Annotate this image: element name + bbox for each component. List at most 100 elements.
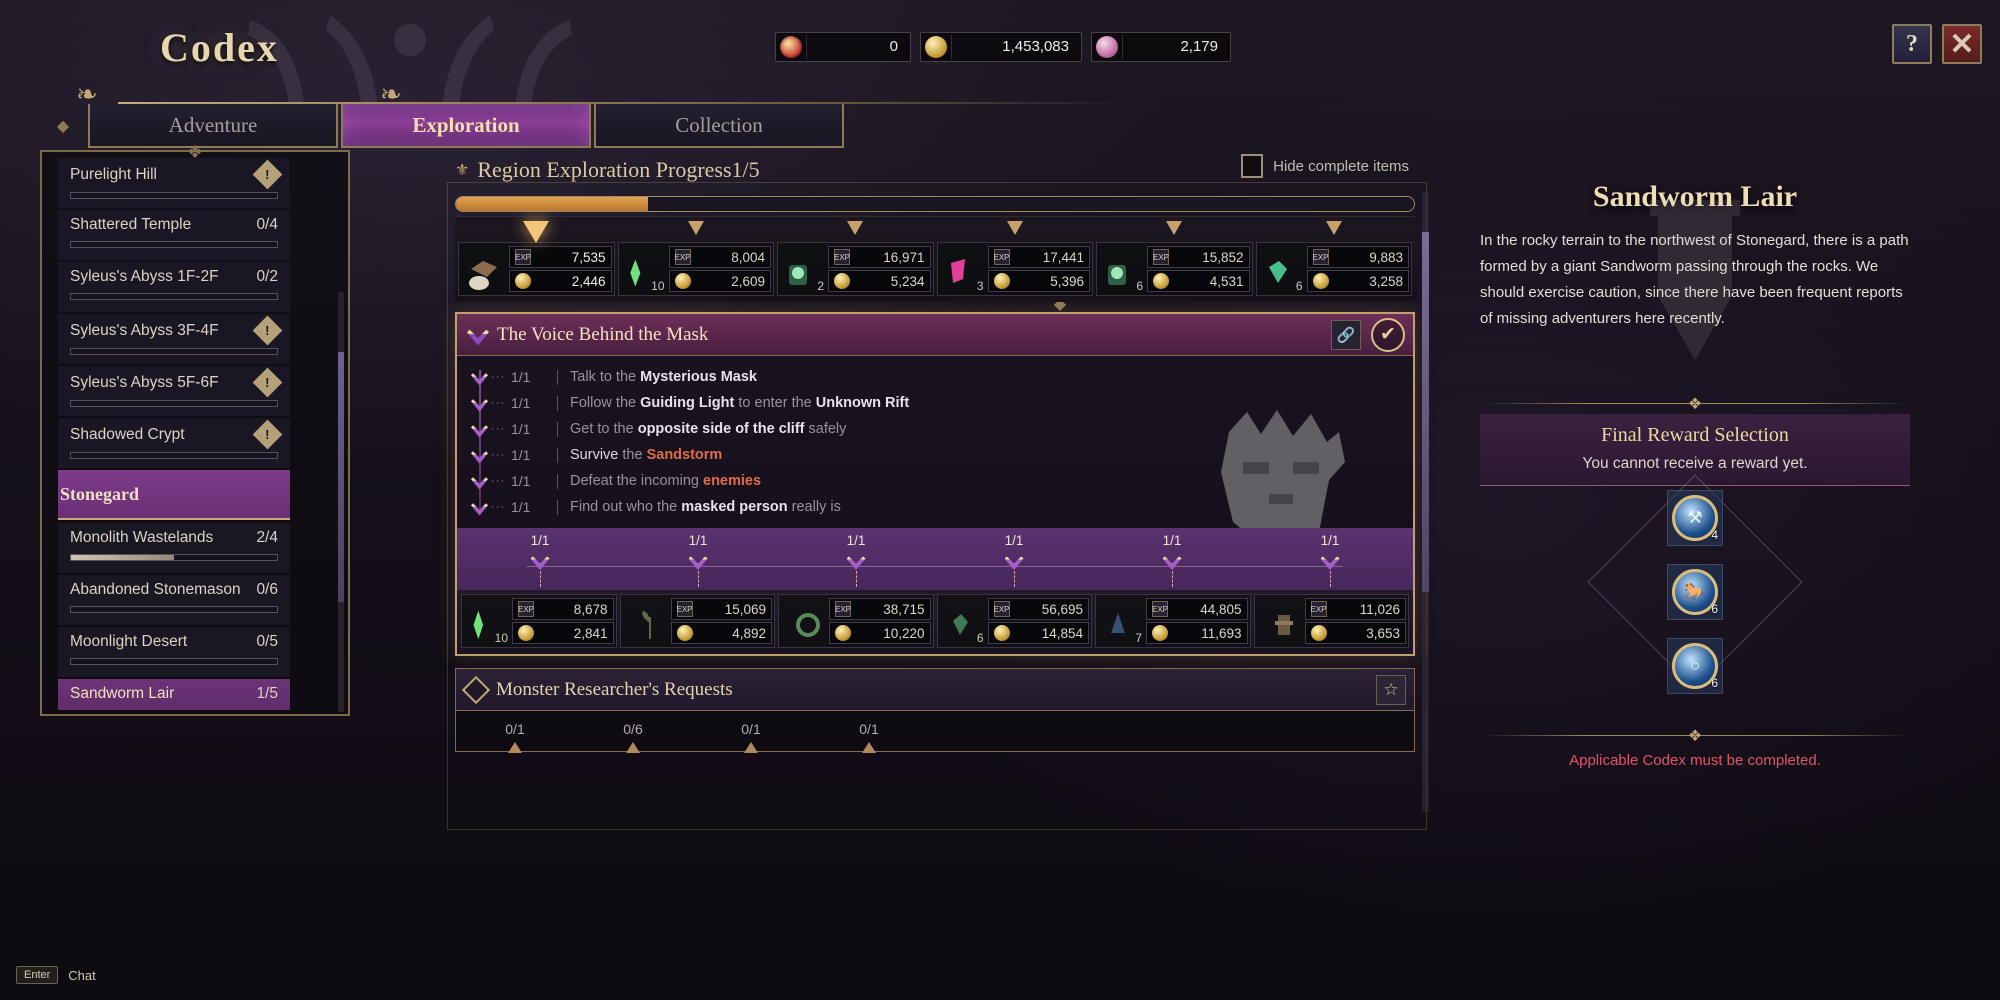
progress-bar bbox=[70, 348, 278, 355]
reward-slot-qty: 4 bbox=[1711, 528, 1718, 542]
reward-gold-row: 5,396 bbox=[987, 270, 1090, 292]
sidebar-scrollbar[interactable] bbox=[338, 292, 344, 712]
hide-complete-label: Hide complete items bbox=[1273, 157, 1409, 175]
currency-pearl[interactable]: 2,179 bbox=[1091, 32, 1231, 62]
objective-check-icon bbox=[471, 451, 488, 464]
list-item[interactable]: Shattered Temple 0/4 bbox=[58, 210, 290, 260]
tab-prev-arrow[interactable]: ◆ bbox=[40, 104, 86, 148]
progress-bar bbox=[70, 241, 278, 248]
tab-collection[interactable]: Collection bbox=[594, 104, 844, 148]
monster-researcher-section: Monster Researcher's Requests ☆ 0/1 0/6 … bbox=[455, 668, 1415, 753]
chat-bar[interactable]: Enter Chat bbox=[16, 966, 96, 984]
detail-description: In the rocky terrain to the northwest of… bbox=[1480, 232, 1909, 327]
tab-exploration[interactable]: Exploration bbox=[341, 104, 591, 148]
green-stone-item-icon: 6 bbox=[1099, 245, 1145, 293]
green-stone-item-icon: 2 bbox=[780, 245, 826, 293]
gold-coin-icon bbox=[674, 273, 691, 289]
chest-item-icon bbox=[461, 245, 507, 293]
exploration-panel: ⚜ Region Exploration Progress 1/5 Hide c… bbox=[447, 152, 1429, 852]
reward-item[interactable]: EXP 7,535 2,446 bbox=[458, 242, 615, 296]
list-item[interactable]: Monolith Wastelands 2/4 bbox=[58, 523, 290, 573]
tab-adventure[interactable]: Adventure bbox=[88, 104, 338, 148]
reward-gold-row: 2,841 bbox=[512, 622, 614, 644]
currency-pie[interactable]: 0 bbox=[775, 32, 911, 62]
reward-gold-row: 14,854 bbox=[987, 622, 1089, 644]
gold-coin-icon bbox=[834, 273, 850, 289]
sidebar-item-sandworm-lair[interactable]: Sandworm Lair 1/5 bbox=[58, 679, 290, 710]
reward-item[interactable]: 3 EXP 17,441 5,396 bbox=[936, 242, 1093, 296]
milestone: 1/1 bbox=[935, 528, 1093, 590]
sidebar-item-count: 0/4 bbox=[256, 216, 278, 233]
close-button[interactable]: ✕ bbox=[1942, 24, 1982, 64]
reward-item[interactable]: 6 EXP 56,695 14,854 bbox=[936, 594, 1092, 648]
reward-exp: 44,805 bbox=[1200, 601, 1242, 617]
reward-warning-text: Applicable Codex must be completed. bbox=[1569, 752, 1821, 769]
reward-item[interactable]: 6 EXP 15,852 4,531 bbox=[1096, 242, 1253, 296]
objective-separator bbox=[557, 473, 558, 489]
exp-badge-icon: EXP bbox=[835, 601, 851, 617]
checkbox-icon[interactable] bbox=[1241, 154, 1264, 178]
sidebar-item-label: Syleus's Abyss 1F-2F bbox=[70, 268, 219, 285]
reward-gold: 5,396 bbox=[1050, 273, 1084, 289]
reward-item[interactable]: 10 EXP 8,004 2,609 bbox=[617, 242, 774, 296]
currency-gold[interactable]: 1,453,083 bbox=[920, 32, 1082, 62]
reward-gold-row: 11,693 bbox=[1146, 622, 1248, 644]
exp-badge-icon: EXP bbox=[1312, 249, 1329, 265]
link-chain-icon[interactable]: 🔗 bbox=[1331, 319, 1361, 350]
lock-icon: ! bbox=[252, 367, 283, 398]
objective-check-icon bbox=[471, 399, 488, 412]
objective-check-icon bbox=[471, 503, 488, 516]
list-item[interactable]: Syleus's Abyss 1F-2F 0/2 bbox=[58, 262, 290, 312]
list-item[interactable]: Abandoned Stonemason 0/6 bbox=[58, 575, 290, 625]
center-scrollbar[interactable] bbox=[1422, 192, 1429, 812]
artifact-item-icon bbox=[1257, 597, 1303, 645]
list-item[interactable]: Purelight Hill ! bbox=[58, 158, 290, 208]
quest-header[interactable]: The Voice Behind the Mask 🔗 ✔ bbox=[457, 314, 1413, 356]
gold-coin-icon bbox=[518, 625, 534, 641]
list-item[interactable]: Shadowed Crypt ! bbox=[58, 418, 290, 468]
gold-coin-icon bbox=[993, 273, 1010, 289]
reward-item[interactable]: 10 EXP 8,678 2,841 bbox=[461, 594, 617, 648]
reward-slot[interactable]: ○ 6 bbox=[1667, 638, 1723, 694]
reward-slot-qty: 6 bbox=[1711, 602, 1718, 616]
reward-exp-row: EXP 7,535 bbox=[509, 246, 612, 268]
list-item[interactable]: Syleus's Abyss 3F-4F ! bbox=[58, 314, 290, 364]
reward-item[interactable]: 6 EXP 9,883 3,258 bbox=[1255, 242, 1412, 296]
green-gem-item-icon: 6 bbox=[940, 597, 986, 645]
list-item[interactable]: Moonlight Desert 0/5 bbox=[58, 627, 290, 677]
reward-qty: 10 bbox=[494, 631, 508, 645]
reward-exp: 11,026 bbox=[1359, 601, 1400, 617]
reward-slot-qty: 6 bbox=[1711, 676, 1718, 690]
monster-researcher-header[interactable]: Monster Researcher's Requests ☆ bbox=[456, 669, 1414, 711]
fleur-de-lis-icon: ⚜ bbox=[455, 162, 470, 179]
milestone-check-icon bbox=[1004, 556, 1024, 570]
reward-item[interactable]: EXP 38,715 10,220 bbox=[778, 594, 934, 648]
ring-orb-icon: ○ 6 bbox=[1672, 643, 1718, 690]
reward-qty: 7 bbox=[1135, 631, 1142, 645]
reward-item[interactable]: EXP 15,069 4,892 bbox=[619, 594, 775, 648]
reward-slot[interactable]: ⚒ 4 bbox=[1667, 490, 1723, 546]
star-favorite-icon[interactable]: ☆ bbox=[1376, 674, 1406, 705]
reward-item[interactable]: 7 EXP 44,805 11,693 bbox=[1095, 594, 1251, 648]
hide-complete-toggle[interactable]: Hide complete items bbox=[1241, 154, 1409, 178]
reward-gold-row: 3,653 bbox=[1304, 622, 1406, 644]
reward-exp-row: EXP 9,883 bbox=[1306, 246, 1409, 268]
sidebar-item-label: Purelight Hill bbox=[70, 165, 158, 183]
sidebar-group-stonegard[interactable]: ⌄ Stonegard bbox=[58, 470, 290, 520]
milestone-check-icon bbox=[530, 556, 550, 570]
reward-node bbox=[1256, 221, 1413, 243]
sidebar-item-label: Monolith Wastelands bbox=[70, 529, 214, 546]
reward-slot[interactable]: 🐎 6 bbox=[1667, 564, 1723, 620]
help-button[interactable]: ? bbox=[1892, 24, 1932, 64]
codex-window: Codex 0 1,453,083 2,179 ? ✕ ❧ ❧ ◆ ◆ Adve… bbox=[0, 0, 2000, 1000]
reward-item[interactable]: 2 EXP 16,971 5,234 bbox=[777, 242, 934, 296]
checkmark-circle-icon[interactable]: ✔ bbox=[1371, 317, 1405, 352]
list-item[interactable]: Syleus's Abyss 5F-6F ! bbox=[58, 366, 290, 416]
reward-item[interactable]: EXP 11,026 3,653 bbox=[1253, 594, 1409, 648]
page-title: Codex bbox=[160, 25, 279, 70]
objective-dots: ··· bbox=[491, 501, 505, 513]
objective-row: ··· 1/1 Find out who the masked person r… bbox=[457, 494, 1413, 520]
reward-exp: 7,535 bbox=[571, 249, 606, 265]
objective-check-icon bbox=[471, 477, 488, 490]
milestone: 1/1 bbox=[777, 528, 935, 590]
